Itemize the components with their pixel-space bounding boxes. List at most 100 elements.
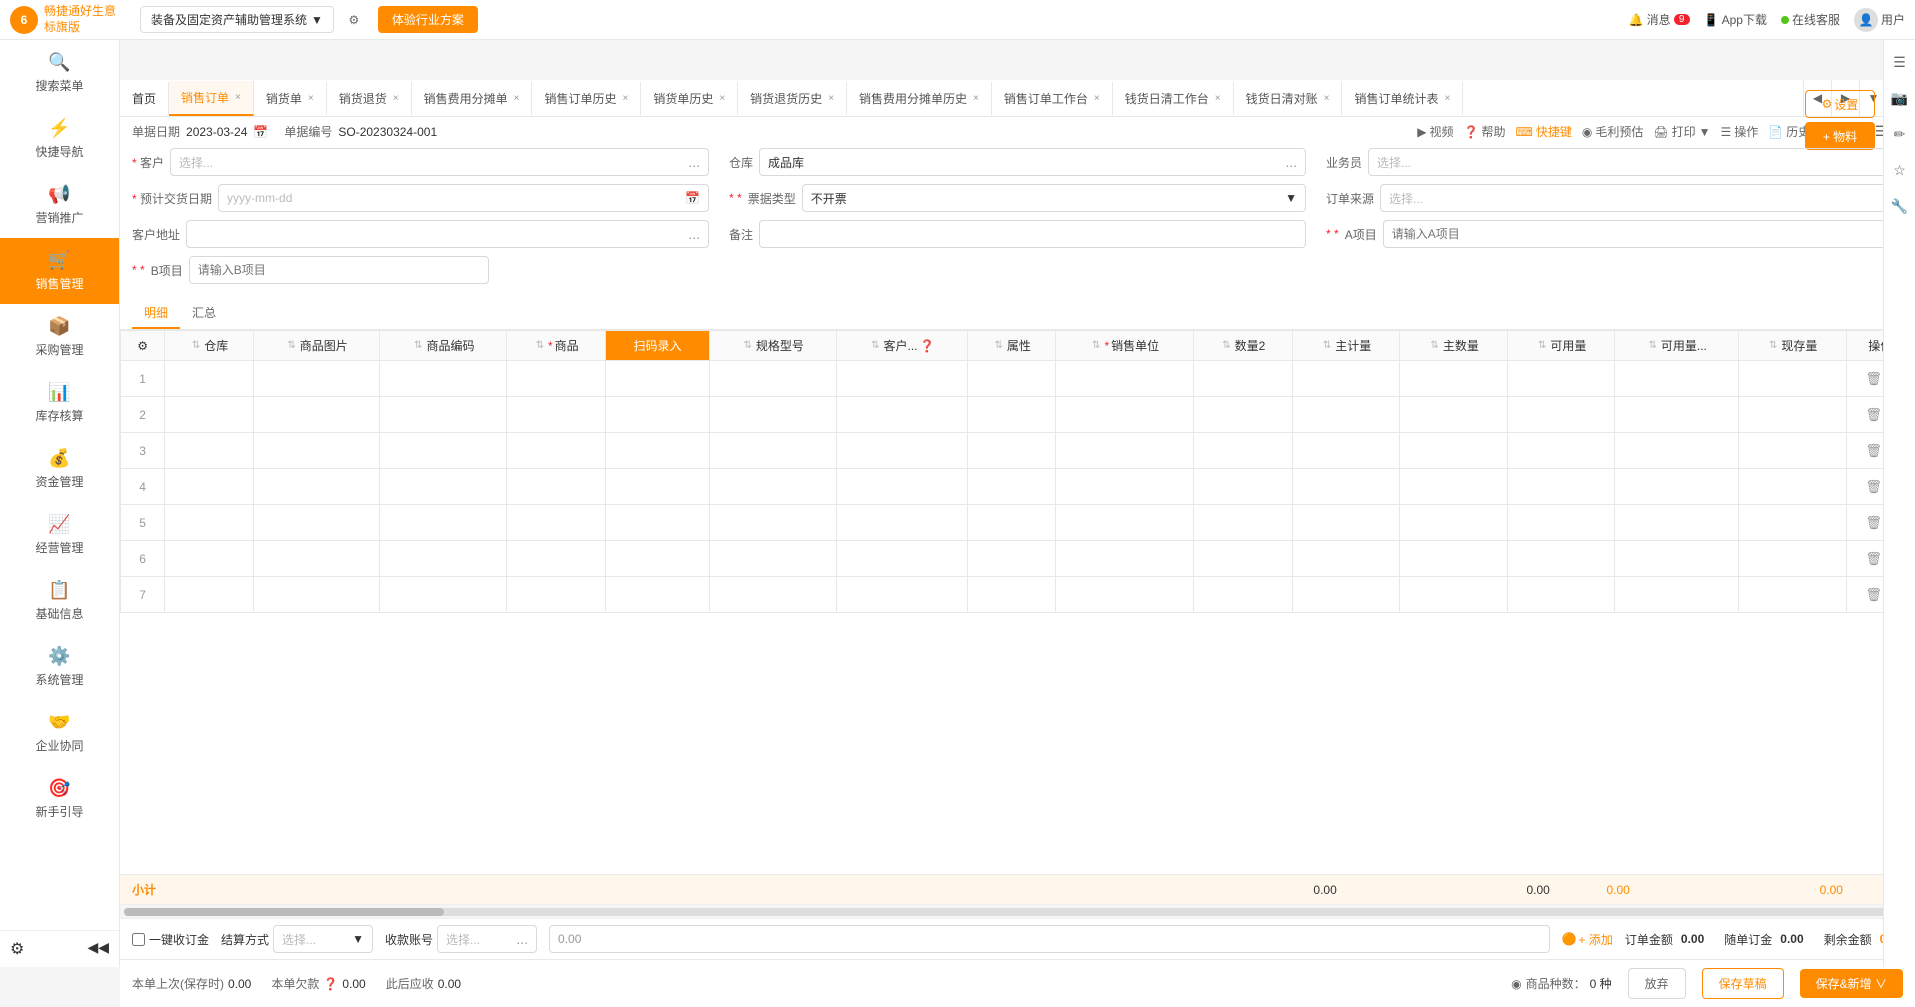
user-menu[interactable]: 👤 用户 <box>1854 8 1905 32</box>
right-icon-camera[interactable]: 📷 <box>1886 84 1914 112</box>
sidebar-item-marketing[interactable]: 📢 营销推广 <box>0 172 119 238</box>
delete-row-icon[interactable]: 🗑 <box>1865 479 1882 495</box>
calendar-icon[interactable]: 📅 <box>253 125 268 139</box>
sidebar-item-search[interactable]: 🔍 搜索菜单 <box>0 40 119 106</box>
table-cell <box>507 361 606 397</box>
delete-row-icon[interactable]: 🗑 <box>1865 551 1882 567</box>
customer-address-input[interactable]: ... <box>186 220 709 248</box>
preview-button[interactable]: ▶ 视频 <box>1417 123 1453 140</box>
one-click-deposit[interactable]: 一键收订金 <box>132 931 209 948</box>
table-wrap[interactable]: ⚙ ⇅仓库 ⇅商品图片 ⇅商品编码 ⇅*商品 <box>120 330 1915 874</box>
tab-sales-bill[interactable]: 销货单 × <box>254 82 327 115</box>
scrollbar-track[interactable] <box>124 908 1911 916</box>
table-cell <box>380 541 507 577</box>
delete-row-icon[interactable]: 🗑 <box>1865 515 1882 531</box>
tab-close-sales-return[interactable]: × <box>393 93 399 104</box>
trending-icon: 📈 <box>48 514 70 535</box>
sidebar-item-sales[interactable]: 🛒 销售管理 <box>0 238 119 304</box>
tab-expense-split[interactable]: 销售费用分摊单 × <box>412 82 533 115</box>
right-icon-edit[interactable]: ✏ <box>1886 120 1914 148</box>
solution-button[interactable]: 体验行业方案 <box>378 6 478 33</box>
sidebar-item-finance[interactable]: 💰 资金管理 <box>0 436 119 502</box>
delete-row-icon[interactable]: 🗑 <box>1865 371 1882 387</box>
delete-row-icon[interactable]: 🗑 <box>1865 407 1882 423</box>
save-new-button[interactable]: 保存&新增 ∨ <box>1800 969 1903 998</box>
system-selector[interactable]: 装备及固定资产辅助管理系统 ▼ <box>140 6 334 33</box>
delivery-date-input[interactable]: yyyy-mm-dd 📅 <box>218 184 709 212</box>
tab-close-daily-reconcile[interactable]: × <box>1324 93 1330 104</box>
col-settings[interactable]: ⚙ <box>121 331 165 361</box>
sidebar-item-system[interactable]: ⚙️ 系统管理 <box>0 634 119 700</box>
customer-input[interactable]: 选择... ... <box>170 148 709 176</box>
invoice-type-select[interactable]: 不开票 ▼ <box>802 184 1306 212</box>
delete-row-icon[interactable]: 🗑 <box>1865 587 1882 603</box>
tab-sales-order[interactable]: 销售订单 × <box>169 81 254 116</box>
tab-close-expense-split[interactable]: × <box>514 93 520 104</box>
tab-expense-history[interactable]: 销售费用分摊单历史 × <box>847 82 992 115</box>
payment-amount-input[interactable]: 0.00 <box>549 925 1550 953</box>
tab-close-expense-history[interactable]: × <box>973 93 979 104</box>
tab-detail[interactable]: 明细 <box>132 298 180 329</box>
settings-button[interactable]: ⚙ 设置 <box>1805 90 1875 118</box>
order-no-field: 单据编号 SO-20230324-001 <box>284 123 437 140</box>
b-project-input[interactable] <box>189 256 489 284</box>
tab-close-daily-workspace[interactable]: × <box>1215 93 1221 104</box>
add-material-button[interactable]: + 物料 <box>1805 122 1875 150</box>
warehouse-input[interactable]: 成品库 ... <box>759 148 1306 176</box>
sidebar-item-purchase[interactable]: 📦 采购管理 <box>0 304 119 370</box>
notes-input[interactable] <box>759 220 1306 248</box>
table-cell <box>1400 577 1508 613</box>
right-icon-star[interactable]: ☆ <box>1886 156 1914 184</box>
settings-icon[interactable]: ⚙ <box>338 4 370 36</box>
tab-close-order-history[interactable]: × <box>622 93 628 104</box>
tab-close-stats[interactable]: × <box>1444 93 1450 104</box>
tab-order-history[interactable]: 销售订单历史 × <box>532 82 641 115</box>
sidebar-settings-icon[interactable]: ⚙ <box>10 939 24 959</box>
tab-home[interactable]: 首页 <box>120 82 169 115</box>
tab-close-sales-order[interactable]: × <box>235 92 241 103</box>
payment-method-select[interactable]: 选择... ▼ <box>273 925 373 953</box>
online-service-button[interactable]: 在线客服 <box>1781 11 1840 28</box>
sidebar-item-shortcut[interactable]: ⚡ 快捷导航 <box>0 106 119 172</box>
delete-row-icon[interactable]: 🗑 <box>1865 443 1882 459</box>
salesperson-input[interactable]: 选择... ... <box>1368 148 1903 176</box>
col-product-img: ⇅商品图片 <box>253 331 380 361</box>
sidebar-item-basicinfo[interactable]: 📋 基础信息 <box>0 568 119 634</box>
save-draft-button[interactable]: 保存草稿 <box>1702 968 1784 999</box>
shortcut-button[interactable]: ⌨ 快捷键 <box>1516 123 1572 140</box>
order-source-input[interactable]: 选择... ▼ <box>1380 184 1903 212</box>
sidebar-item-inventory[interactable]: 📊 库存核算 <box>0 370 119 436</box>
tab-close-bill-history[interactable]: × <box>719 93 725 104</box>
right-icon-list[interactable]: ☰ <box>1886 48 1914 76</box>
scrollbar-thumb[interactable] <box>124 908 444 916</box>
sidebar-item-enterprise[interactable]: 🤝 企业协同 <box>0 700 119 766</box>
account-input[interactable]: 选择... ... <box>437 925 537 953</box>
tab-bill-history[interactable]: 销货单历史 × <box>641 82 738 115</box>
tab-daily-workspace[interactable]: 钱货日清工作台 × <box>1113 82 1234 115</box>
right-icon-tool[interactable]: 🔧 <box>1886 192 1914 220</box>
discard-button[interactable]: 放弃 <box>1628 968 1686 999</box>
profit-button[interactable]: ◉ 毛利预估 <box>1582 123 1644 140</box>
print-button[interactable]: 🖨 打印 ▼ <box>1653 123 1710 140</box>
tab-close-sales-bill[interactable]: × <box>308 93 314 104</box>
col-scan[interactable]: 扫码录入 <box>606 331 710 361</box>
tab-order-workspace[interactable]: 销售订单工作台 × <box>992 82 1113 115</box>
tab-sales-return[interactable]: 销货退货 × <box>327 82 412 115</box>
one-click-checkbox[interactable] <box>132 933 145 946</box>
tab-daily-reconcile[interactable]: 钱货日清对账 × <box>1234 82 1343 115</box>
tab-close-return-history[interactable]: × <box>828 93 834 104</box>
help-button[interactable]: ❓ 帮助 <box>1464 123 1506 140</box>
sidebar-item-guide[interactable]: 🎯 新手引导 <box>0 766 119 832</box>
horizontal-scrollbar[interactable] <box>120 904 1915 918</box>
sidebar-collapse-icon[interactable]: ◀◀ <box>87 939 109 959</box>
tab-close-order-workspace[interactable]: × <box>1094 93 1100 104</box>
tab-stats[interactable]: 销售订单统计表 × <box>1342 82 1463 115</box>
operate-button[interactable]: ☰ 操作 <box>1720 123 1758 140</box>
tab-return-history[interactable]: 销货退货历史 × <box>738 82 847 115</box>
sidebar-item-operations[interactable]: 📈 经营管理 <box>0 502 119 568</box>
a-project-input[interactable] <box>1383 220 1903 248</box>
tab-summary[interactable]: 汇总 <box>180 298 228 329</box>
app-download-button[interactable]: 📱 App下载 <box>1704 11 1767 28</box>
add-payment-button[interactable]: 🟠 + 添加 <box>1562 931 1613 948</box>
notifications-button[interactable]: 🔔 消息 9 <box>1629 11 1690 28</box>
